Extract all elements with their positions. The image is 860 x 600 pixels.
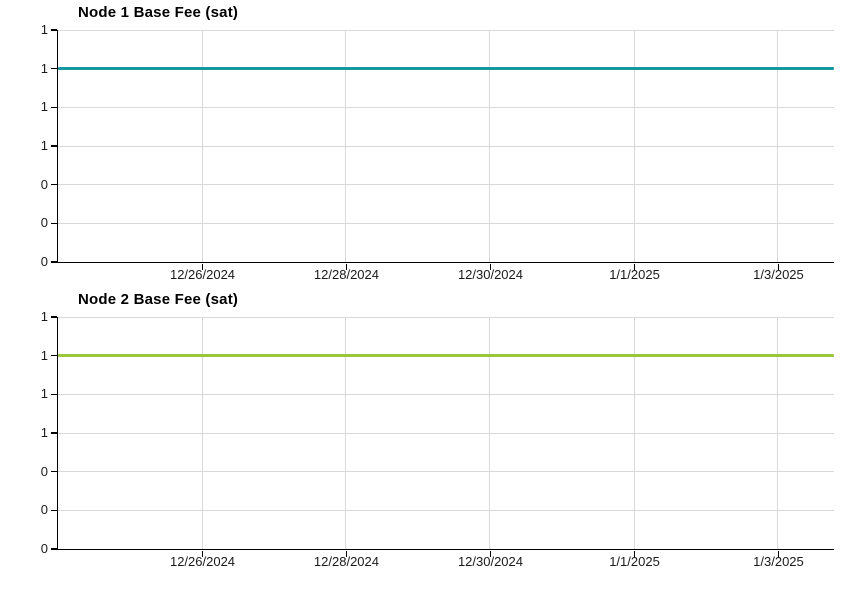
y-axis-tick xyxy=(51,471,57,473)
gridline-vertical xyxy=(777,317,778,549)
x-axis-tick-label: 12/26/2024 xyxy=(143,554,263,569)
y-axis-tick xyxy=(51,316,57,318)
y-axis-tick xyxy=(51,107,57,109)
plot-area xyxy=(57,30,834,263)
gridline-vertical xyxy=(202,317,203,549)
y-axis-tick xyxy=(51,261,57,263)
x-axis-tick-label: 1/1/2025 xyxy=(575,554,695,569)
series-line-node-1 xyxy=(58,67,834,70)
y-axis-tick xyxy=(51,510,57,512)
gridline-vertical xyxy=(634,317,635,549)
gridline-horizontal xyxy=(58,317,834,318)
y-axis-tick-label: 1 xyxy=(6,61,48,77)
gridline-vertical xyxy=(345,30,346,262)
node-1-base-fee-chart: Node 1 Base Fee (sat) 1 1 1 1 0 0 0 12/26/2024 1… xyxy=(0,0,860,287)
base-fee-dashboard: Node 1 Base Fee (sat) 1 1 1 1 0 0 0 12/26/2024 1… xyxy=(0,0,860,600)
y-axis-tick xyxy=(51,394,57,396)
y-axis-tick xyxy=(51,145,57,147)
node-1-chart-title: Node 1 Base Fee (sat) xyxy=(78,4,238,21)
x-axis-tick-label: 12/30/2024 xyxy=(430,554,550,569)
gridline-vertical xyxy=(489,317,490,549)
y-axis-tick-label: 1 xyxy=(6,348,48,364)
y-axis-tick xyxy=(51,355,57,357)
gridline-vertical xyxy=(489,30,490,262)
y-axis-tick-label: 1 xyxy=(6,138,48,154)
gridline-horizontal xyxy=(58,394,834,395)
gridline-horizontal xyxy=(58,433,834,434)
y-axis-tick-label: 1 xyxy=(6,425,48,441)
gridline-vertical xyxy=(202,30,203,262)
series-line-node-2 xyxy=(58,354,834,357)
gridline-horizontal xyxy=(58,184,834,185)
y-axis-tick-label: 0 xyxy=(6,541,48,557)
y-axis-tick xyxy=(51,548,57,550)
gridline-horizontal xyxy=(58,30,834,31)
gridline-horizontal xyxy=(58,223,834,224)
y-axis-tick-label: 1 xyxy=(6,99,48,115)
x-axis-tick-label: 12/30/2024 xyxy=(430,267,550,282)
y-axis-tick-label: 1 xyxy=(6,309,48,325)
y-axis-tick xyxy=(51,223,57,225)
y-axis-tick xyxy=(51,184,57,186)
gridline-vertical xyxy=(345,317,346,549)
x-axis-tick-label: 12/28/2024 xyxy=(286,554,406,569)
gridline-horizontal xyxy=(58,471,834,472)
node-2-base-fee-chart: Node 2 Base Fee (sat) 1 1 1 1 0 0 0 12/26/2024 1… xyxy=(0,287,860,574)
y-axis-tick-label: 1 xyxy=(6,386,48,402)
y-axis-tick-label: 0 xyxy=(6,177,48,193)
gridline-horizontal xyxy=(58,107,834,108)
x-axis-tick-label: 12/28/2024 xyxy=(286,267,406,282)
x-axis-tick-label: 12/26/2024 xyxy=(143,267,263,282)
plot-area xyxy=(57,317,834,550)
y-axis-tick-label: 1 xyxy=(6,22,48,38)
y-axis-tick xyxy=(51,29,57,31)
node-2-chart-title: Node 2 Base Fee (sat) xyxy=(78,291,238,308)
y-axis-tick-label: 0 xyxy=(6,215,48,231)
y-axis-tick-label: 0 xyxy=(6,464,48,480)
gridline-vertical xyxy=(777,30,778,262)
gridline-horizontal xyxy=(58,510,834,511)
gridline-vertical xyxy=(634,30,635,262)
x-axis-tick-label: 1/3/2025 xyxy=(718,267,838,282)
y-axis-tick-label: 0 xyxy=(6,502,48,518)
y-axis-tick-label: 0 xyxy=(6,254,48,270)
y-axis-tick xyxy=(51,68,57,70)
y-axis-tick xyxy=(51,432,57,434)
gridline-horizontal xyxy=(58,146,834,147)
x-axis-tick-label: 1/1/2025 xyxy=(575,267,695,282)
x-axis-tick-label: 1/3/2025 xyxy=(718,554,838,569)
